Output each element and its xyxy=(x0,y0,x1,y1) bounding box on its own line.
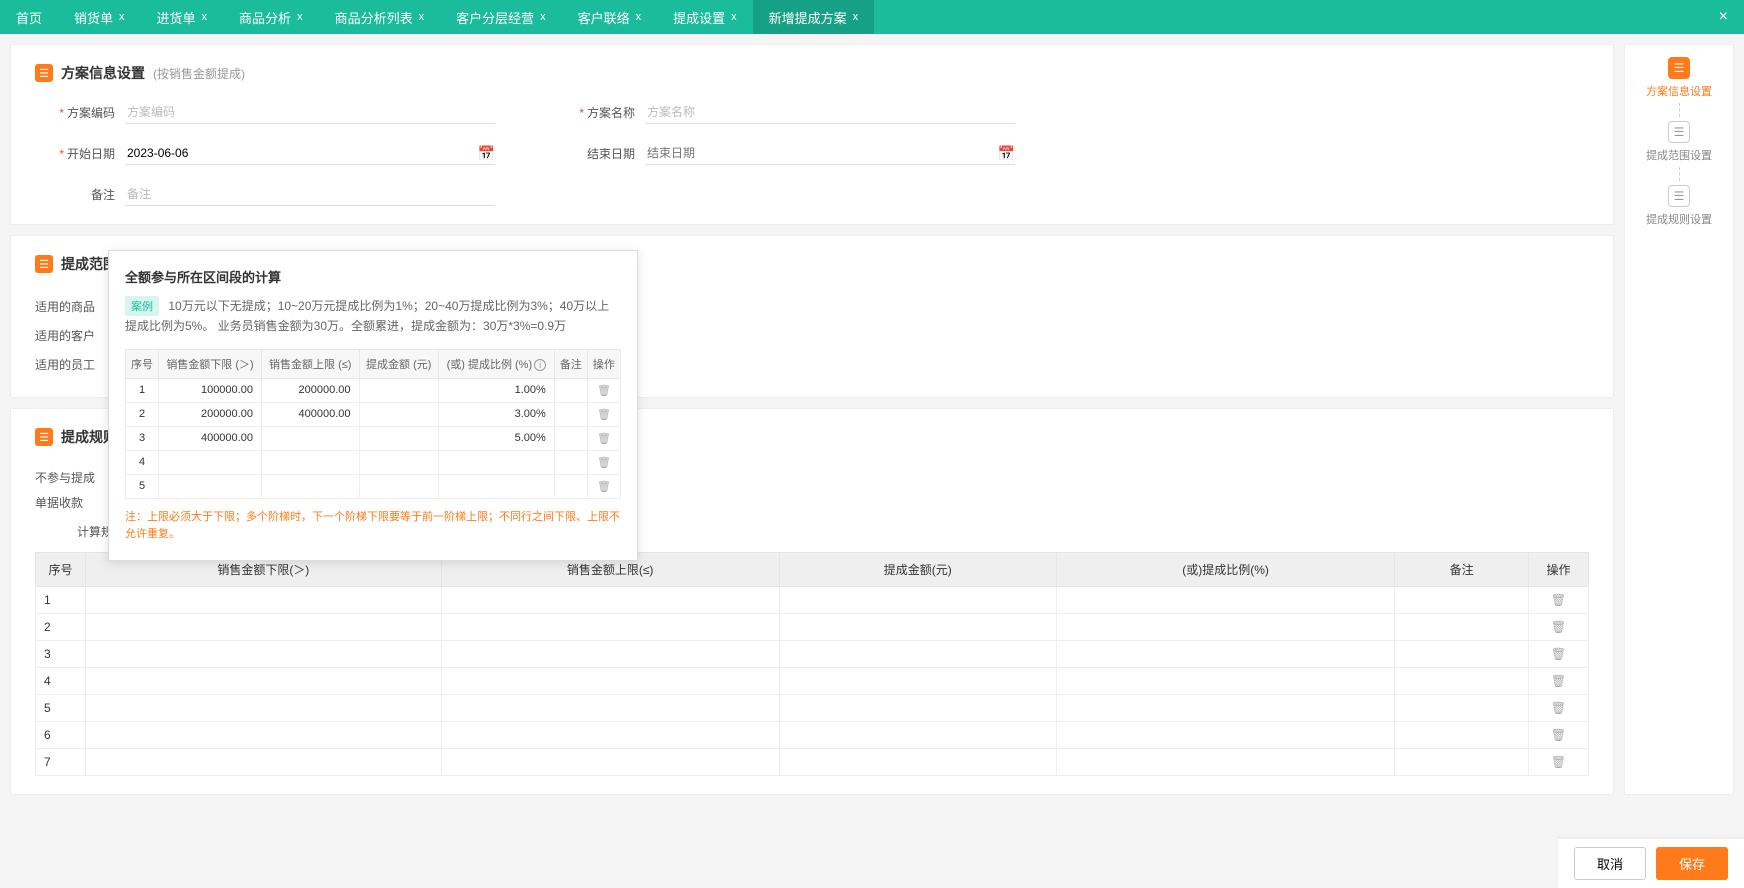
popover-table: 序号 销售金额下限 (＞) 销售金额上限 (≤) 提成金额 (元) (或) 提成… xyxy=(125,349,621,499)
col-ratio: (或)提成比例(%) xyxy=(1056,553,1394,587)
tab-商品分析[interactable]: 商品分析x xyxy=(223,0,319,34)
table-row[interactable]: 4🗑 xyxy=(36,668,1589,695)
delete-icon[interactable]: 🗑 xyxy=(1551,728,1566,742)
delete-icon[interactable]: 🗑 xyxy=(1551,647,1566,661)
delete-icon[interactable]: 🗑 xyxy=(1551,593,1566,607)
table-row[interactable]: 5🗑 xyxy=(36,695,1589,722)
tab-close-icon[interactable]: x xyxy=(419,11,425,23)
tab-close-icon[interactable]: x xyxy=(119,11,125,23)
table-row[interactable]: 7🗑 xyxy=(36,749,1589,776)
tabs-bar: 首页销货单x进货单x商品分析x商品分析列表x客户分层经营x客户联络x提成设置x新… xyxy=(0,0,1744,34)
tab-close-icon[interactable]: x xyxy=(636,11,642,23)
delete-icon[interactable]: 🗑 xyxy=(597,409,611,421)
table-row: 3400000.005.00%🗑 xyxy=(126,426,621,450)
tab-close-icon[interactable]: x xyxy=(853,11,859,23)
example-popover: 全额参与所在区间段的计算 案例 10万元以下无提成；10~20万元提成比例为1%… xyxy=(108,250,638,561)
anchor-nav: ☰ 方案信息设置 ☰ 提成范围设置 ☰ 提成规则设置 xyxy=(1624,44,1734,795)
anchor-rule[interactable]: ☰ 提成规则设置 xyxy=(1646,185,1712,227)
col-remark: 备注 xyxy=(1395,553,1529,587)
delete-icon[interactable]: 🗑 xyxy=(1551,755,1566,769)
tab-进货单[interactable]: 进货单x xyxy=(141,0,224,34)
delete-icon[interactable]: 🗑 xyxy=(1551,620,1566,634)
col-amount: 提成金额(元) xyxy=(779,553,1056,587)
tab-销货单[interactable]: 销货单x xyxy=(58,0,141,34)
anchor-icon: ☰ xyxy=(1668,57,1690,79)
delete-icon[interactable]: 🗑 xyxy=(1551,701,1566,715)
tab-close-icon[interactable]: x xyxy=(731,11,737,23)
cancel-button[interactable]: 取消 xyxy=(1574,847,1646,880)
panel-plan-info: ☰ 方案信息设置 (按销售金额提成) *方案编码 *方案名称 *开始日期 xyxy=(10,44,1614,225)
anchor-scope[interactable]: ☰ 提成范围设置 xyxy=(1646,121,1712,163)
rule-table: 序号 销售金额下限(＞) 销售金额上限(≤) 提成金额(元) (或)提成比例(%… xyxy=(35,552,1589,776)
section-icon: ☰ xyxy=(35,64,53,82)
label-code: 方案编码 xyxy=(67,106,115,120)
tab-商品分析列表[interactable]: 商品分析列表x xyxy=(319,0,441,34)
col-seq: 序号 xyxy=(36,553,86,587)
label-start-date: 开始日期 xyxy=(67,147,115,161)
calendar-icon[interactable]: 📅 xyxy=(998,145,1015,162)
delete-icon[interactable]: 🗑 xyxy=(597,457,611,469)
section-icon: ☰ xyxy=(35,255,53,273)
col-action: 操作 xyxy=(1529,553,1589,587)
label-end-date: 结束日期 xyxy=(587,147,635,161)
tab-新增提成方案[interactable]: 新增提成方案x xyxy=(753,0,875,34)
panel-title: 方案信息设置 xyxy=(61,63,145,83)
label-remark: 备注 xyxy=(91,188,115,202)
tab-close-icon[interactable]: x xyxy=(202,11,208,23)
tab-客户分层经营[interactable]: 客户分层经营x xyxy=(440,0,562,34)
popover-note: 注：上限必须大于下限；多个阶梯时，下一个阶梯下限要等于前一阶梯上限；不同行之间下… xyxy=(125,509,621,544)
tab-提成设置[interactable]: 提成设置x xyxy=(657,0,753,34)
table-row: 5🗑 xyxy=(126,474,621,498)
input-start-date[interactable] xyxy=(125,142,478,164)
delete-icon[interactable]: 🗑 xyxy=(597,385,611,397)
tab-首页[interactable]: 首页 xyxy=(0,0,58,34)
anchor-icon: ☰ xyxy=(1668,185,1690,207)
input-end-date[interactable] xyxy=(645,142,998,164)
delete-icon[interactable]: 🗑 xyxy=(597,433,611,445)
panel-subtitle: (按销售金额提成) xyxy=(153,65,245,82)
section-icon: ☰ xyxy=(35,428,53,446)
input-plan-code[interactable] xyxy=(125,101,495,124)
table-row: 2200000.00400000.003.00%🗑 xyxy=(126,402,621,426)
case-text: 10万元以下无提成；10~20万元提成比例为1%；20~40万提成比例为3%；4… xyxy=(125,299,609,333)
tab-close-icon[interactable]: x xyxy=(297,11,303,23)
table-row: 4🗑 xyxy=(126,450,621,474)
close-all-tabs-button[interactable]: × xyxy=(1711,4,1736,30)
tab-close-icon[interactable]: x xyxy=(540,11,546,23)
table-row[interactable]: 2🗑 xyxy=(36,614,1589,641)
input-plan-name[interactable] xyxy=(645,101,1015,124)
delete-icon[interactable]: 🗑 xyxy=(597,481,611,493)
table-row[interactable]: 6🗑 xyxy=(36,722,1589,749)
popover-heading: 全额参与所在区间段的计算 xyxy=(125,267,621,286)
info-icon[interactable]: i xyxy=(534,359,546,371)
input-remark[interactable] xyxy=(125,183,495,206)
table-row[interactable]: 3🗑 xyxy=(36,641,1589,668)
save-button[interactable]: 保存 xyxy=(1656,847,1728,880)
anchor-plan-info[interactable]: ☰ 方案信息设置 xyxy=(1646,57,1712,99)
calendar-icon[interactable]: 📅 xyxy=(478,145,495,162)
anchor-icon: ☰ xyxy=(1668,121,1690,143)
tab-客户联络[interactable]: 客户联络x xyxy=(562,0,658,34)
footer-bar: 取消 保存 xyxy=(1558,838,1744,888)
table-row: 1100000.00200000.001.00%🗑 xyxy=(126,378,621,402)
delete-icon[interactable]: 🗑 xyxy=(1551,674,1566,688)
label-name: 方案名称 xyxy=(587,106,635,120)
case-tag: 案例 xyxy=(125,296,159,316)
table-row[interactable]: 1🗑 xyxy=(36,587,1589,614)
